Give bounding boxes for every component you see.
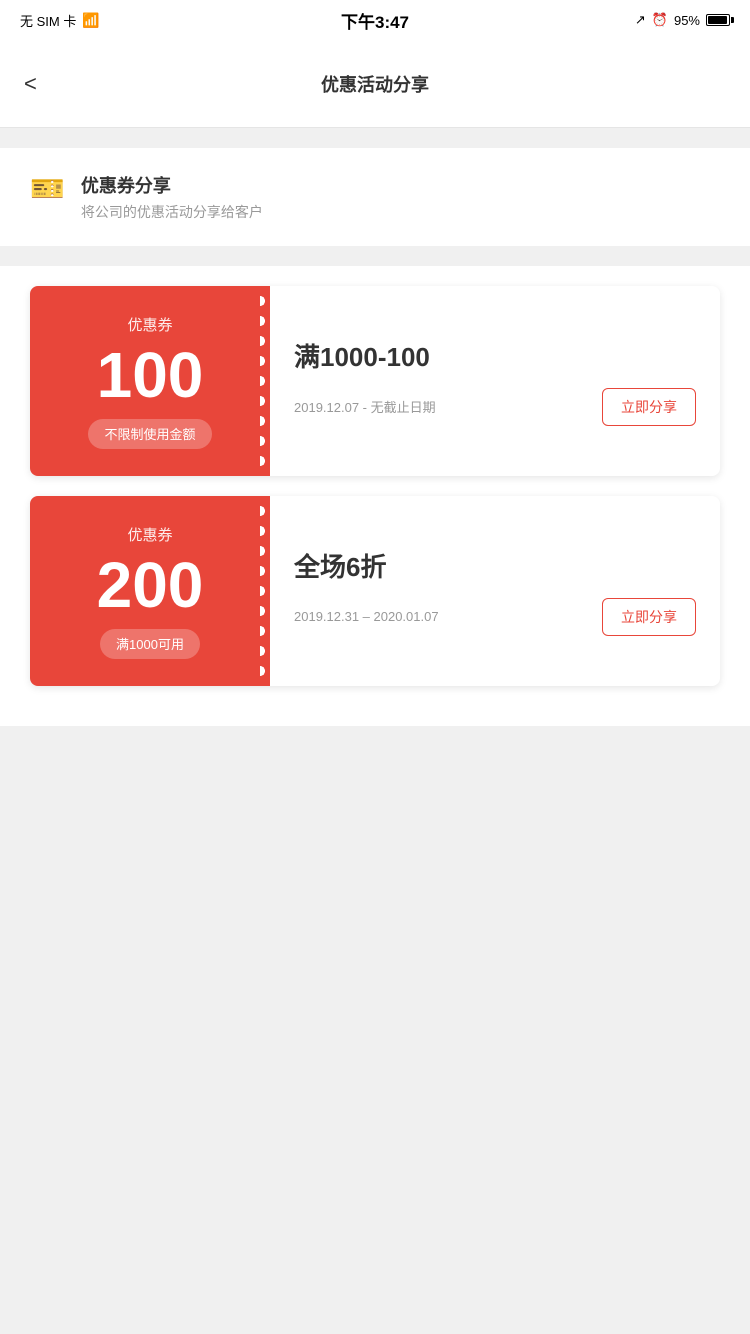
coupon-name-2: 全场6折 [294,547,696,584]
coupon-name-1: 满1000-100 [294,337,696,374]
share-button-2[interactable]: 立即分享 [602,598,696,636]
status-time: 下午3:47 [341,8,409,33]
coupon-list: 优惠券 100 不限制使用金额 满1000-100 2019.12.07 - 无… [0,266,750,726]
nav-bar: < 优惠活动分享 [0,40,750,128]
coupon-condition-1: 不限制使用金额 [104,427,195,442]
alarm-icon: ⏰ [652,12,668,28]
wifi-icon: 📶 [82,12,99,29]
coupon-date-1: 2019.12.07 - 无截止日期 [294,397,602,416]
coupon-amount-1: 100 [97,343,204,407]
battery-percent: 95% [674,13,700,28]
location-icon: ↗ [635,12,646,28]
coupon-condition-bar-1: 不限制使用金额 [88,419,211,449]
section-title: 优惠券分享 [81,172,263,198]
section-subtitle: 将公司的优惠活动分享给客户 [81,202,263,222]
coupon-condition-bar-2: 满1000可用 [100,629,200,659]
coupon-date-2: 2019.12.31 – 2020.01.07 [294,609,602,624]
battery-icon [706,14,730,26]
section-header: 🎫 优惠券分享 将公司的优惠活动分享给客户 [0,148,750,246]
carrier-text: 无 SIM 卡 [20,11,76,30]
coupon-label-2: 优惠券 [127,524,172,545]
coupon-card-1: 优惠券 100 不限制使用金额 满1000-100 2019.12.07 - 无… [30,286,720,476]
coupon-label-1: 优惠券 [127,314,172,335]
page-title: 优惠活动分享 [321,71,429,97]
coupon-condition-2: 满1000可用 [116,637,184,652]
status-left: 无 SIM 卡 📶 [20,11,100,30]
section-icon: 🎫 [30,172,65,205]
coupon-right-2: 全场6折 2019.12.31 – 2020.01.07 立即分享 [270,496,720,686]
coupon-left-2: 优惠券 200 满1000可用 [30,496,270,686]
section-text-group: 优惠券分享 将公司的优惠活动分享给客户 [81,172,263,222]
page-background [0,726,750,1226]
status-right: ↗ ⏰ 95% [635,12,730,28]
coupon-left-1: 优惠券 100 不限制使用金额 [30,286,270,476]
coupon-right-1: 满1000-100 2019.12.07 - 无截止日期 立即分享 [270,286,720,476]
share-button-1[interactable]: 立即分享 [602,388,696,426]
coupon-amount-2: 200 [97,553,204,617]
status-bar: 无 SIM 卡 📶 下午3:47 ↗ ⏰ 95% [0,0,750,40]
back-button[interactable]: < [24,71,37,97]
coupon-bottom-row-2: 2019.12.31 – 2020.01.07 立即分享 [294,598,696,636]
coupon-card-2: 优惠券 200 满1000可用 全场6折 2019.12.31 – 2020.0… [30,496,720,686]
coupon-bottom-row-1: 2019.12.07 - 无截止日期 立即分享 [294,388,696,426]
